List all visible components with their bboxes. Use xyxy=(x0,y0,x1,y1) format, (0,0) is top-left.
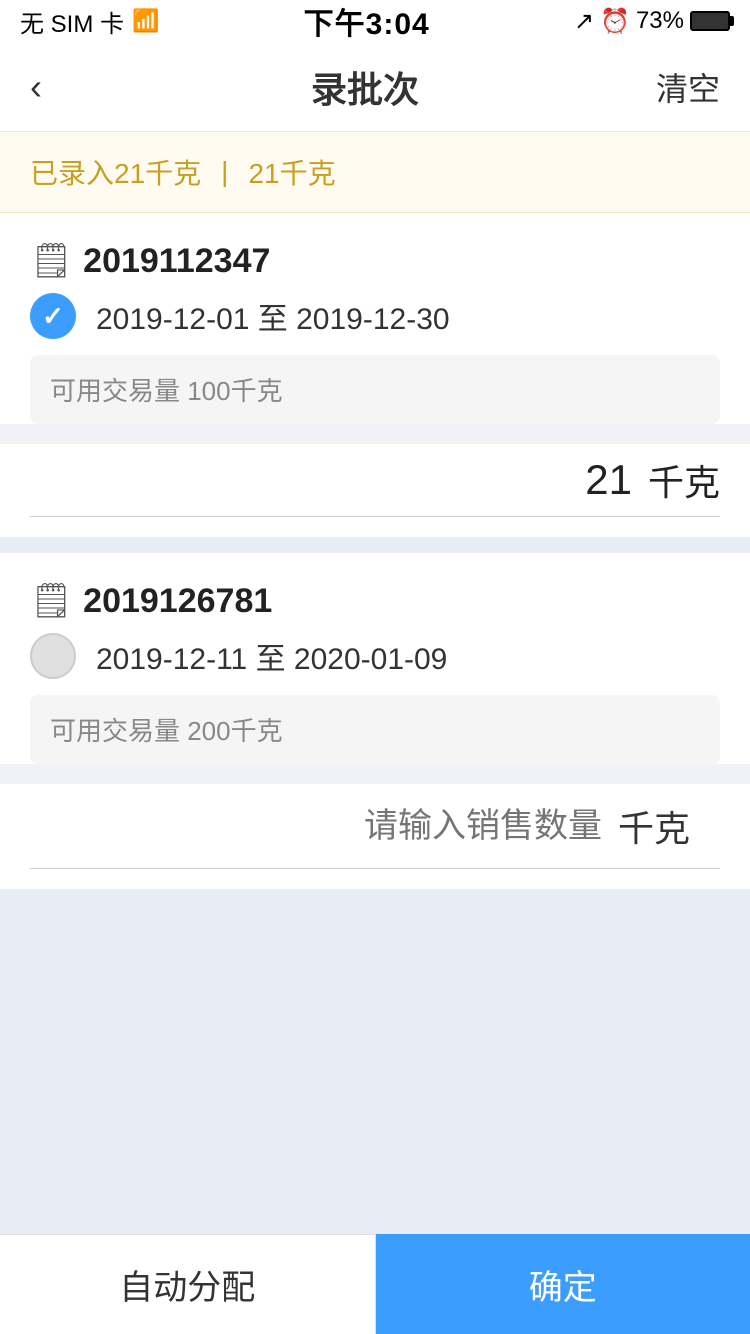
quantity-input[interactable] xyxy=(60,807,602,846)
nav-bar: ‹ 录批次 清空 xyxy=(0,42,750,132)
auto-distribute-button[interactable]: 自动分配 xyxy=(0,1234,376,1334)
batch1-date: 2019-12-01 至 2019-12-30 xyxy=(96,294,450,338)
summary-label: 已录入21千克 xyxy=(30,152,201,192)
summary-bar: 已录入21千克 | 21千克 xyxy=(0,132,750,213)
confirm-button[interactable]: 确定 xyxy=(376,1234,750,1334)
batch2-unit: 千克 xyxy=(618,800,690,852)
batch1-amount-row: 21 千克 xyxy=(30,454,720,517)
check-mark-icon: ✓ xyxy=(42,301,64,332)
summary-divider: | xyxy=(221,156,228,188)
status-left: 无 SIM 卡 📶 xyxy=(20,4,159,39)
confirm-label: 确定 xyxy=(529,1260,597,1309)
alarm-icon: ⏰ xyxy=(600,7,630,36)
battery-percent: 73% xyxy=(636,7,684,35)
background-filler xyxy=(0,889,750,1289)
batch-card-2: 🗒 2019126781 2019-12-11 至 2020-01-09 可用交… xyxy=(0,553,750,764)
batch1-id: 2019112347 xyxy=(83,242,270,281)
batch2-available: 可用交易量 200千克 xyxy=(30,695,720,764)
batch1-header: 🗒 2019112347 xyxy=(30,241,720,281)
status-time: 下午3:04 xyxy=(304,0,430,43)
batch2-icon: 🗒 xyxy=(30,581,73,621)
batch1-amount-wrapper: 21 千克 xyxy=(0,444,750,537)
bottom-bar: 自动分配 确定 xyxy=(0,1234,750,1334)
summary-value: 21千克 xyxy=(248,152,335,192)
batch1-unit: 千克 xyxy=(648,454,720,506)
auto-distribute-label: 自动分配 xyxy=(119,1260,255,1309)
page-title: 录批次 xyxy=(90,61,640,113)
batch1-icon: 🗒 xyxy=(30,241,73,281)
batch2-date-row[interactable]: 2019-12-11 至 2020-01-09 xyxy=(30,633,720,679)
batch1-available: 可用交易量 100千克 xyxy=(30,355,720,424)
back-button[interactable]: ‹ xyxy=(30,66,90,108)
status-bar: 无 SIM 卡 📶 下午3:04 ↗ ⏰ 73% xyxy=(0,0,750,42)
battery-icon xyxy=(690,11,730,31)
batch1-amount[interactable]: 21 xyxy=(585,456,632,504)
batch2-input-row[interactable]: 千克 xyxy=(30,784,720,869)
location-icon: ↗ xyxy=(574,7,594,36)
clear-button[interactable]: 清空 xyxy=(640,64,720,110)
sim-label: 无 SIM 卡 xyxy=(20,4,124,39)
batch1-date-row[interactable]: ✓ 2019-12-01 至 2019-12-30 xyxy=(30,293,720,339)
batch2-header: 🗒 2019126781 xyxy=(30,581,720,621)
wifi-icon: 📶 xyxy=(132,8,159,34)
batch-card-1: 🗒 2019112347 ✓ 2019-12-01 至 2019-12-30 可… xyxy=(0,213,750,424)
section-divider-1 xyxy=(0,537,750,553)
batch2-id: 2019126781 xyxy=(83,582,272,621)
batch2-date: 2019-12-11 至 2020-01-09 xyxy=(96,634,447,678)
batch2-checkbox[interactable] xyxy=(30,633,76,679)
batch2-input-wrapper: 千克 xyxy=(0,784,750,889)
status-right: ↗ ⏰ 73% xyxy=(574,7,730,36)
batch1-checkbox[interactable]: ✓ xyxy=(30,293,76,339)
